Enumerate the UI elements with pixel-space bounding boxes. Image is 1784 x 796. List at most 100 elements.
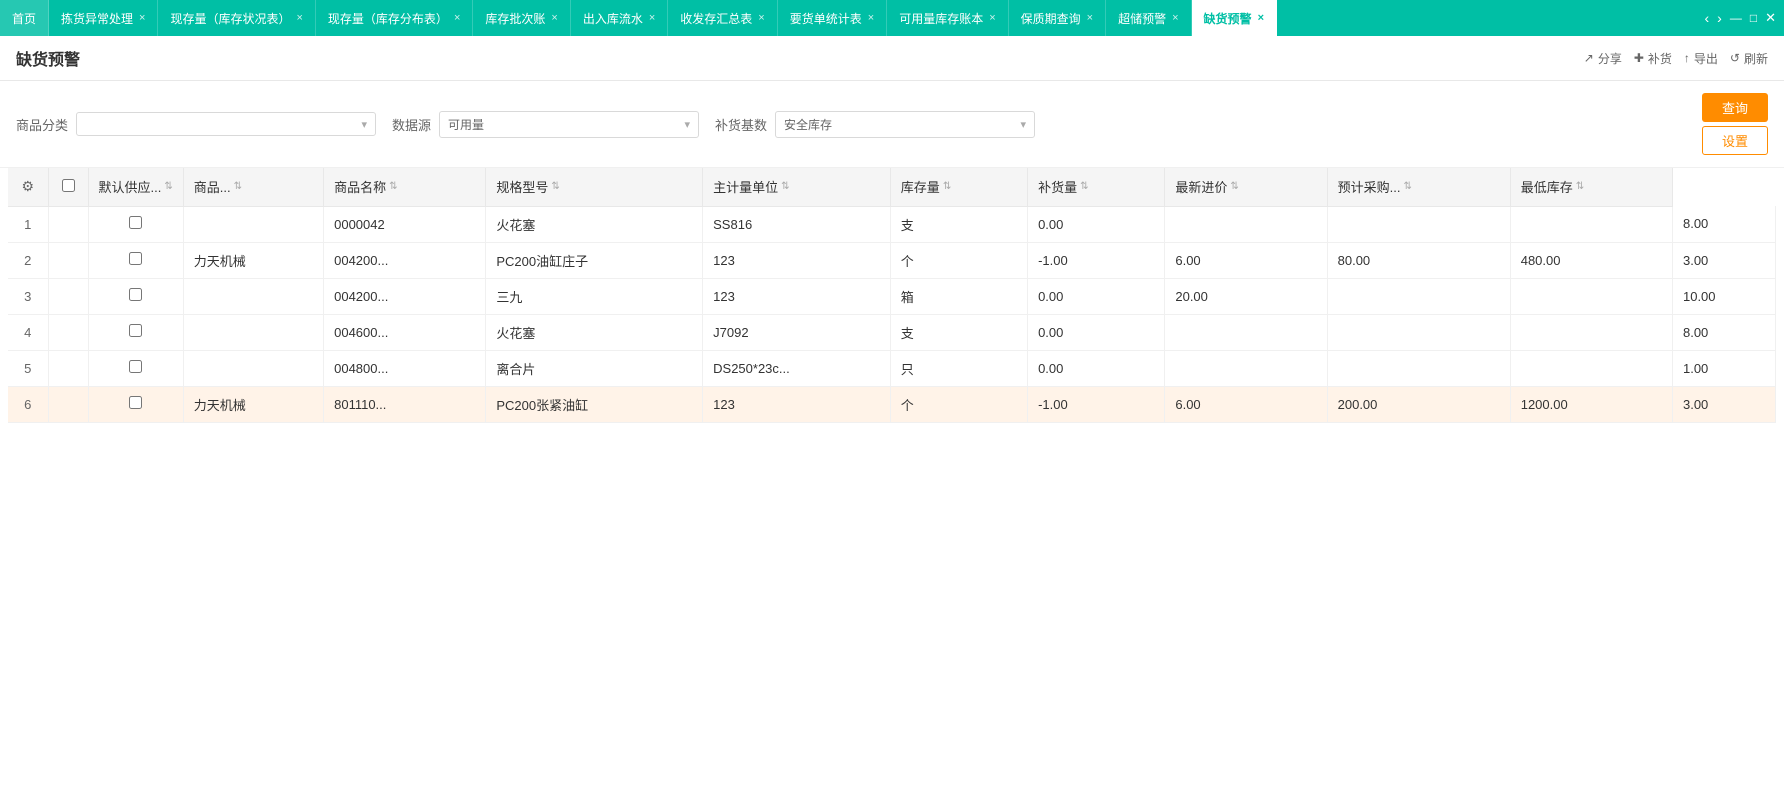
sort-spec-icon[interactable]: ⇅ xyxy=(551,181,559,192)
tab-prev-button[interactable]: ‹ xyxy=(1701,0,1714,36)
tab-close-overstock[interactable]: × xyxy=(1172,12,1178,24)
tab-inventory-dist[interactable]: 现存量（库存分布表）× xyxy=(316,0,473,36)
tab-label: 收发存汇总表 xyxy=(680,10,752,27)
tab-close-batch-account[interactable]: × xyxy=(551,12,557,24)
tab-batch-account[interactable]: 库存批次账× xyxy=(473,0,570,36)
cell-spec-5: 123 xyxy=(703,386,891,422)
tab-close-abnormal[interactable]: × xyxy=(139,12,145,24)
col-settings-header: ⚙ xyxy=(8,168,48,206)
tab-inventory-status[interactable]: 现存量（库存状况表）× xyxy=(158,0,315,36)
table-row: 1 0000042 火花塞 SS816 支 0.00 8.00 xyxy=(8,206,1776,242)
tab-inout-flow[interactable]: 出入库流水× xyxy=(571,0,668,36)
row-settings-5 xyxy=(48,386,88,422)
tab-order-stats[interactable]: 要货单统计表× xyxy=(778,0,887,36)
export-button[interactable]: ↑ 导出 xyxy=(1684,50,1718,67)
tab-minimize-button[interactable]: — xyxy=(1726,0,1746,36)
cell-estimated-3 xyxy=(1510,314,1672,350)
sort-stock-icon[interactable]: ⇅ xyxy=(943,181,951,192)
refresh-icon: ↺ xyxy=(1730,51,1740,65)
tab-close-available-ledger[interactable]: × xyxy=(989,12,995,24)
sort-supplier-icon[interactable]: ⇅ xyxy=(164,181,172,192)
tab-expiry-query[interactable]: 保质期查询× xyxy=(1009,0,1106,36)
tab-close-shortage[interactable]: × xyxy=(1258,12,1264,24)
cell-estimated-5: 1200.00 xyxy=(1510,386,1672,422)
cell-replenish-4 xyxy=(1165,350,1327,386)
tab-abnormal[interactable]: 拣货异常处理× xyxy=(49,0,158,36)
cell-name-5: PC200张紧油缸 xyxy=(486,386,703,422)
refresh-button[interactable]: ↺ 刷新 xyxy=(1730,50,1768,67)
datasource-label: 数据源 xyxy=(392,115,431,134)
tab-overstock[interactable]: 超储预警× xyxy=(1106,0,1191,36)
cell-estimated-1: 480.00 xyxy=(1510,242,1672,278)
cell-unit-4: 只 xyxy=(890,350,1027,386)
tab-label: 缺货预警 xyxy=(1204,10,1252,27)
cell-price-1: 80.00 xyxy=(1327,242,1510,278)
tab-close-expiry-query[interactable]: × xyxy=(1087,12,1093,24)
cell-supplier-4 xyxy=(183,350,323,386)
sort-price-icon[interactable]: ⇅ xyxy=(1230,181,1238,192)
share-button[interactable]: ↗ 分享 xyxy=(1584,50,1622,67)
tab-close-window-button[interactable]: ✕ xyxy=(1761,0,1780,36)
tab-available-ledger[interactable]: 可用量库存账本× xyxy=(887,0,1008,36)
row-settings-1 xyxy=(48,242,88,278)
col-default-supplier-header: 默认供应... ⇅ xyxy=(88,168,183,206)
table-container: ⚙ 默认供应... ⇅ 商品... ⇅ xyxy=(0,168,1784,423)
tab-next-button[interactable]: › xyxy=(1713,0,1726,36)
row-select-2[interactable] xyxy=(129,288,142,301)
tab-home[interactable]: 首页 xyxy=(0,0,49,36)
table-row: 5 004800... 离合片 DS250*23c... 只 0.00 1.00 xyxy=(8,350,1776,386)
col-unit-header: 主计量单位 ⇅ xyxy=(703,168,891,206)
sort-name-icon[interactable]: ⇅ xyxy=(389,181,397,192)
cell-code-0: 0000042 xyxy=(324,206,486,242)
tab-close-inout-flow[interactable]: × xyxy=(649,12,655,24)
row-checkbox-0 xyxy=(88,206,183,242)
category-filter-group: 商品分类 ▾ xyxy=(16,112,376,136)
sort-min-stock-icon[interactable]: ⇅ xyxy=(1576,181,1584,192)
cell-price-2 xyxy=(1327,278,1510,314)
row-number-5: 6 xyxy=(8,386,48,422)
row-select-5[interactable] xyxy=(129,396,142,409)
cell-estimated-0 xyxy=(1510,206,1672,242)
page-title: 缺货预警 xyxy=(16,46,80,70)
export-label: 导出 xyxy=(1694,50,1718,67)
row-select-3[interactable] xyxy=(129,324,142,337)
col-spec-header: 规格型号 ⇅ xyxy=(486,168,703,206)
replenish-button[interactable]: ✚ 补货 xyxy=(1634,50,1672,67)
sort-estimated-icon[interactable]: ⇅ xyxy=(1403,181,1411,192)
tab-close-order-stats[interactable]: × xyxy=(868,12,874,24)
tab-close-inventory-status[interactable]: × xyxy=(296,12,302,24)
query-button[interactable]: 查询 xyxy=(1702,93,1768,122)
datasource-select[interactable]: 可用量 ▾ xyxy=(439,111,699,138)
row-settings-4 xyxy=(48,350,88,386)
sort-unit-icon[interactable]: ⇅ xyxy=(781,181,789,192)
replenish-label: 补货 xyxy=(1648,50,1672,67)
sort-replenish-icon[interactable]: ⇅ xyxy=(1080,181,1088,192)
replenish-basis-select[interactable]: 安全库存 ▾ xyxy=(775,111,1035,138)
settings-button[interactable]: 设置 xyxy=(1702,126,1768,155)
cell-code-4: 004800... xyxy=(324,350,486,386)
select-all-checkbox[interactable] xyxy=(62,179,75,192)
cell-code-5: 801110... xyxy=(324,386,486,422)
category-select[interactable]: ▾ xyxy=(76,112,376,136)
row-settings-0 xyxy=(48,206,88,242)
replenish-basis-label: 补货基数 xyxy=(715,115,767,134)
settings-icon[interactable]: ⚙ xyxy=(21,178,34,194)
row-number-4: 5 xyxy=(8,350,48,386)
tab-close-inventory-dist[interactable]: × xyxy=(454,12,460,24)
cell-replenish-1: 6.00 xyxy=(1165,242,1327,278)
cell-price-4 xyxy=(1327,350,1510,386)
row-checkbox-4 xyxy=(88,350,183,386)
tab-close-receipt-summary[interactable]: × xyxy=(758,12,764,24)
sort-code-icon[interactable]: ⇅ xyxy=(234,181,242,192)
row-select-0[interactable] xyxy=(129,216,142,229)
tab-shortage[interactable]: 缺货预警 × xyxy=(1192,0,1277,36)
replenish-basis-select-value: 安全库存 xyxy=(784,116,832,133)
row-select-4[interactable] xyxy=(129,360,142,373)
col-stock-qty-header: 库存量 ⇅ xyxy=(890,168,1027,206)
cell-min-stock-3: 8.00 xyxy=(1672,314,1775,350)
cell-min-stock-1: 3.00 xyxy=(1672,242,1775,278)
col-replenish-qty-header: 补货量 ⇅ xyxy=(1028,168,1165,206)
tab-receipt-summary[interactable]: 收发存汇总表 × xyxy=(668,0,777,36)
tab-maximize-button[interactable]: □ xyxy=(1746,0,1761,36)
row-select-1[interactable] xyxy=(129,252,142,265)
